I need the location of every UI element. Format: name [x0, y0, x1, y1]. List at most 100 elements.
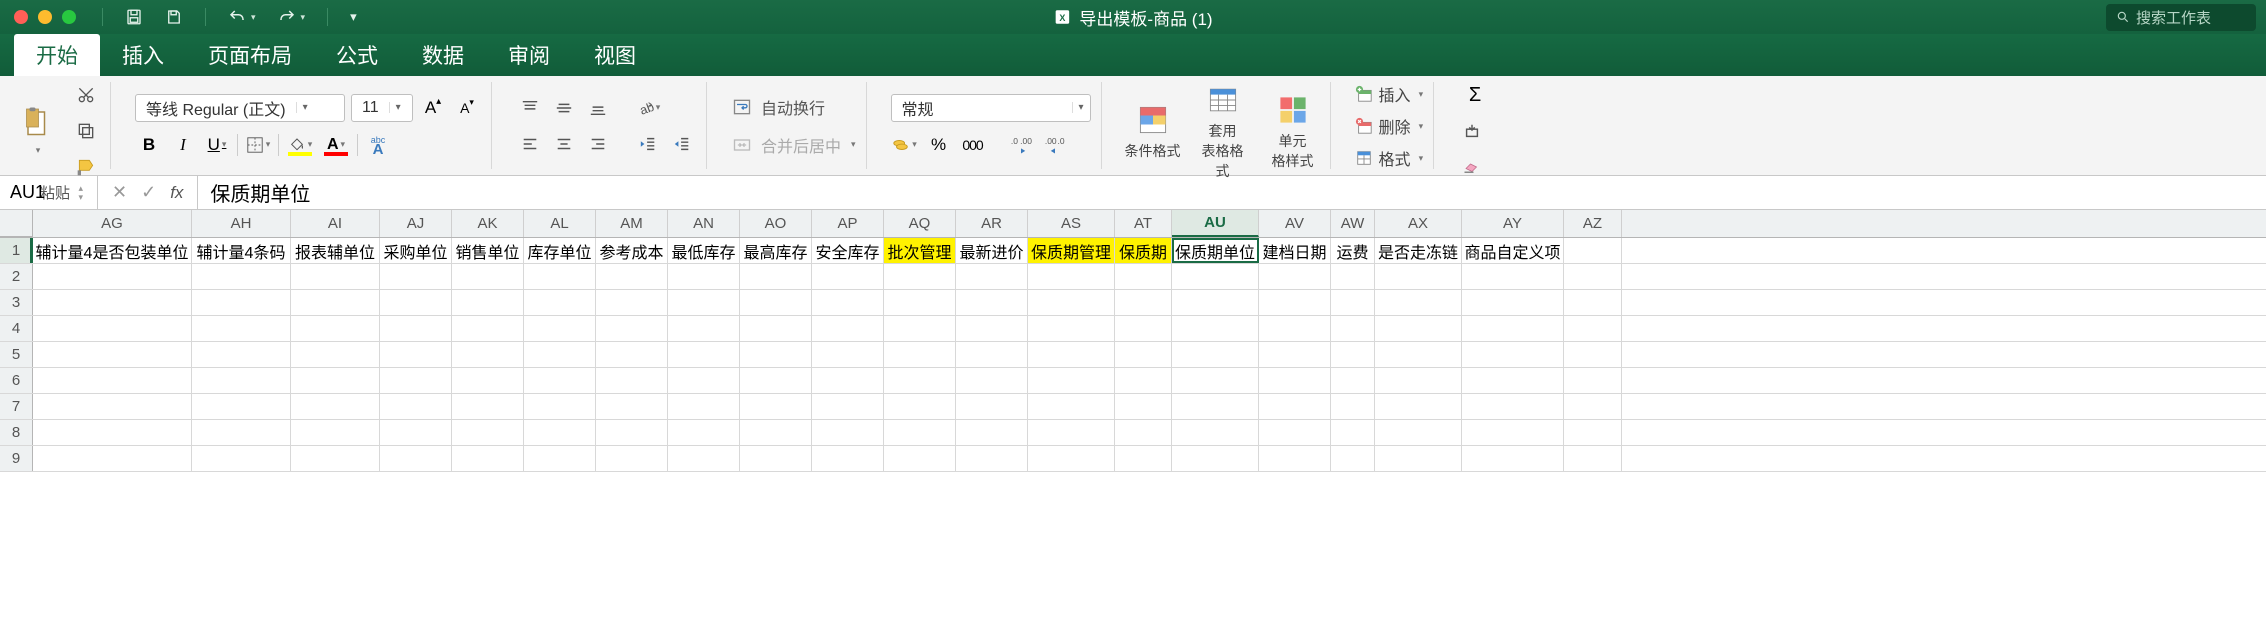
underline-button[interactable]: U▾ [203, 132, 231, 158]
cell-AO3[interactable] [740, 290, 812, 315]
search-sheets-input[interactable]: 搜索工作表 [2106, 4, 2256, 31]
row-header-6[interactable]: 6 [0, 368, 33, 393]
cell-AN2[interactable] [668, 264, 740, 289]
increase-font-button[interactable]: A▴ [419, 95, 447, 121]
currency-button[interactable]: ▾ [891, 132, 919, 158]
cell-AX2[interactable] [1375, 264, 1462, 289]
cell-AZ8[interactable] [1564, 420, 1622, 445]
clear-button[interactable] [1458, 154, 1486, 180]
cell-AN5[interactable] [668, 342, 740, 367]
cell-AZ6[interactable] [1564, 368, 1622, 393]
cell-AY9[interactable] [1462, 446, 1564, 471]
cell-AK8[interactable] [452, 420, 524, 445]
format-as-table-button[interactable]: 套用 表格格式 [1196, 82, 1250, 181]
cancel-formula-button[interactable]: ✕ [112, 182, 127, 203]
cell-AS6[interactable] [1028, 368, 1115, 393]
cell-styles-button[interactable]: 单元 格样式 [1266, 92, 1320, 171]
cell-AJ1[interactable]: 采购单位 [380, 238, 452, 263]
tab-开始[interactable]: 开始 [14, 34, 100, 76]
cell-AT2[interactable] [1115, 264, 1172, 289]
cell-AQ2[interactable] [884, 264, 956, 289]
cell-AP9[interactable] [812, 446, 884, 471]
tab-数据[interactable]: 数据 [400, 34, 486, 76]
cell-AR7[interactable] [956, 394, 1028, 419]
cell-AS5[interactable] [1028, 342, 1115, 367]
cell-AV5[interactable] [1259, 342, 1331, 367]
column-header-AM[interactable]: AM [596, 210, 668, 237]
cell-AW1[interactable]: 运费 [1331, 238, 1375, 263]
cell-AQ5[interactable] [884, 342, 956, 367]
cell-AU6[interactable] [1172, 368, 1259, 393]
cell-AL3[interactable] [524, 290, 596, 315]
decrease-decimal-button[interactable]: .00.0 [1041, 132, 1069, 158]
cell-AP8[interactable] [812, 420, 884, 445]
tab-插入[interactable]: 插入 [100, 34, 186, 76]
cell-AN7[interactable] [668, 394, 740, 419]
row-header-2[interactable]: 2 [0, 264, 33, 289]
cell-AG3[interactable] [33, 290, 192, 315]
cell-AN6[interactable] [668, 368, 740, 393]
tab-审阅[interactable]: 审阅 [486, 34, 572, 76]
cell-AH9[interactable] [192, 446, 291, 471]
cell-AR5[interactable] [956, 342, 1028, 367]
cell-AH5[interactable] [192, 342, 291, 367]
minimize-window-button[interactable] [38, 10, 52, 24]
cell-AO7[interactable] [740, 394, 812, 419]
cell-AU7[interactable] [1172, 394, 1259, 419]
cell-AI2[interactable] [291, 264, 380, 289]
cell-AY7[interactable] [1462, 394, 1564, 419]
cell-AO9[interactable] [740, 446, 812, 471]
column-header-AV[interactable]: AV [1259, 210, 1331, 237]
cell-AV1[interactable]: 建档日期 [1259, 238, 1331, 263]
font-color-button[interactable]: A ▾ [321, 132, 351, 158]
cell-AI1[interactable]: 报表辅单位 [291, 238, 380, 263]
cell-AU3[interactable] [1172, 290, 1259, 315]
cell-AS4[interactable] [1028, 316, 1115, 341]
cell-AY2[interactable] [1462, 264, 1564, 289]
cell-AH8[interactable] [192, 420, 291, 445]
cell-AY5[interactable] [1462, 342, 1564, 367]
cell-AL5[interactable] [524, 342, 596, 367]
column-header-AY[interactable]: AY [1462, 210, 1564, 237]
redo-button[interactable]: ▾ [278, 8, 306, 26]
cell-AG1[interactable]: 辅计量4是否包装单位 [33, 238, 192, 263]
column-header-AU[interactable]: AU [1172, 210, 1259, 237]
cell-AV3[interactable] [1259, 290, 1331, 315]
save-alt-icon[interactable] [165, 8, 183, 26]
column-header-AW[interactable]: AW [1331, 210, 1375, 237]
cell-AM3[interactable] [596, 290, 668, 315]
column-header-AR[interactable]: AR [956, 210, 1028, 237]
cell-AY8[interactable] [1462, 420, 1564, 445]
column-header-AN[interactable]: AN [668, 210, 740, 237]
cell-AZ2[interactable] [1564, 264, 1622, 289]
cell-AU8[interactable] [1172, 420, 1259, 445]
cell-AO5[interactable] [740, 342, 812, 367]
cell-AV2[interactable] [1259, 264, 1331, 289]
cell-AM4[interactable] [596, 316, 668, 341]
cell-AG7[interactable] [33, 394, 192, 419]
cell-AY1[interactable]: 商品自定义项 [1462, 238, 1564, 263]
cell-AV9[interactable] [1259, 446, 1331, 471]
delete-cells-button[interactable]: 删除▾ [1355, 114, 1424, 138]
fill-button[interactable] [1458, 118, 1486, 144]
column-header-AG[interactable]: AG [33, 210, 192, 237]
cell-AH1[interactable]: 辅计量4条码 [192, 238, 291, 263]
tab-公式[interactable]: 公式 [314, 34, 400, 76]
cell-AQ1[interactable]: 批次管理 [884, 238, 956, 263]
column-header-AZ[interactable]: AZ [1564, 210, 1622, 237]
copy-button[interactable] [72, 118, 100, 144]
cell-AK5[interactable] [452, 342, 524, 367]
cell-AG4[interactable] [33, 316, 192, 341]
cell-AI4[interactable] [291, 316, 380, 341]
align-bottom-button[interactable] [584, 95, 612, 121]
cell-AO4[interactable] [740, 316, 812, 341]
cell-AK3[interactable] [452, 290, 524, 315]
merge-center-button[interactable]: 合并后居中 ▾ [731, 133, 856, 157]
row-header-8[interactable]: 8 [0, 420, 33, 445]
row-header-1[interactable]: 1 [0, 238, 33, 263]
align-top-button[interactable] [516, 95, 544, 121]
cell-AL8[interactable] [524, 420, 596, 445]
cell-AZ4[interactable] [1564, 316, 1622, 341]
cell-AR2[interactable] [956, 264, 1028, 289]
cell-AI3[interactable] [291, 290, 380, 315]
